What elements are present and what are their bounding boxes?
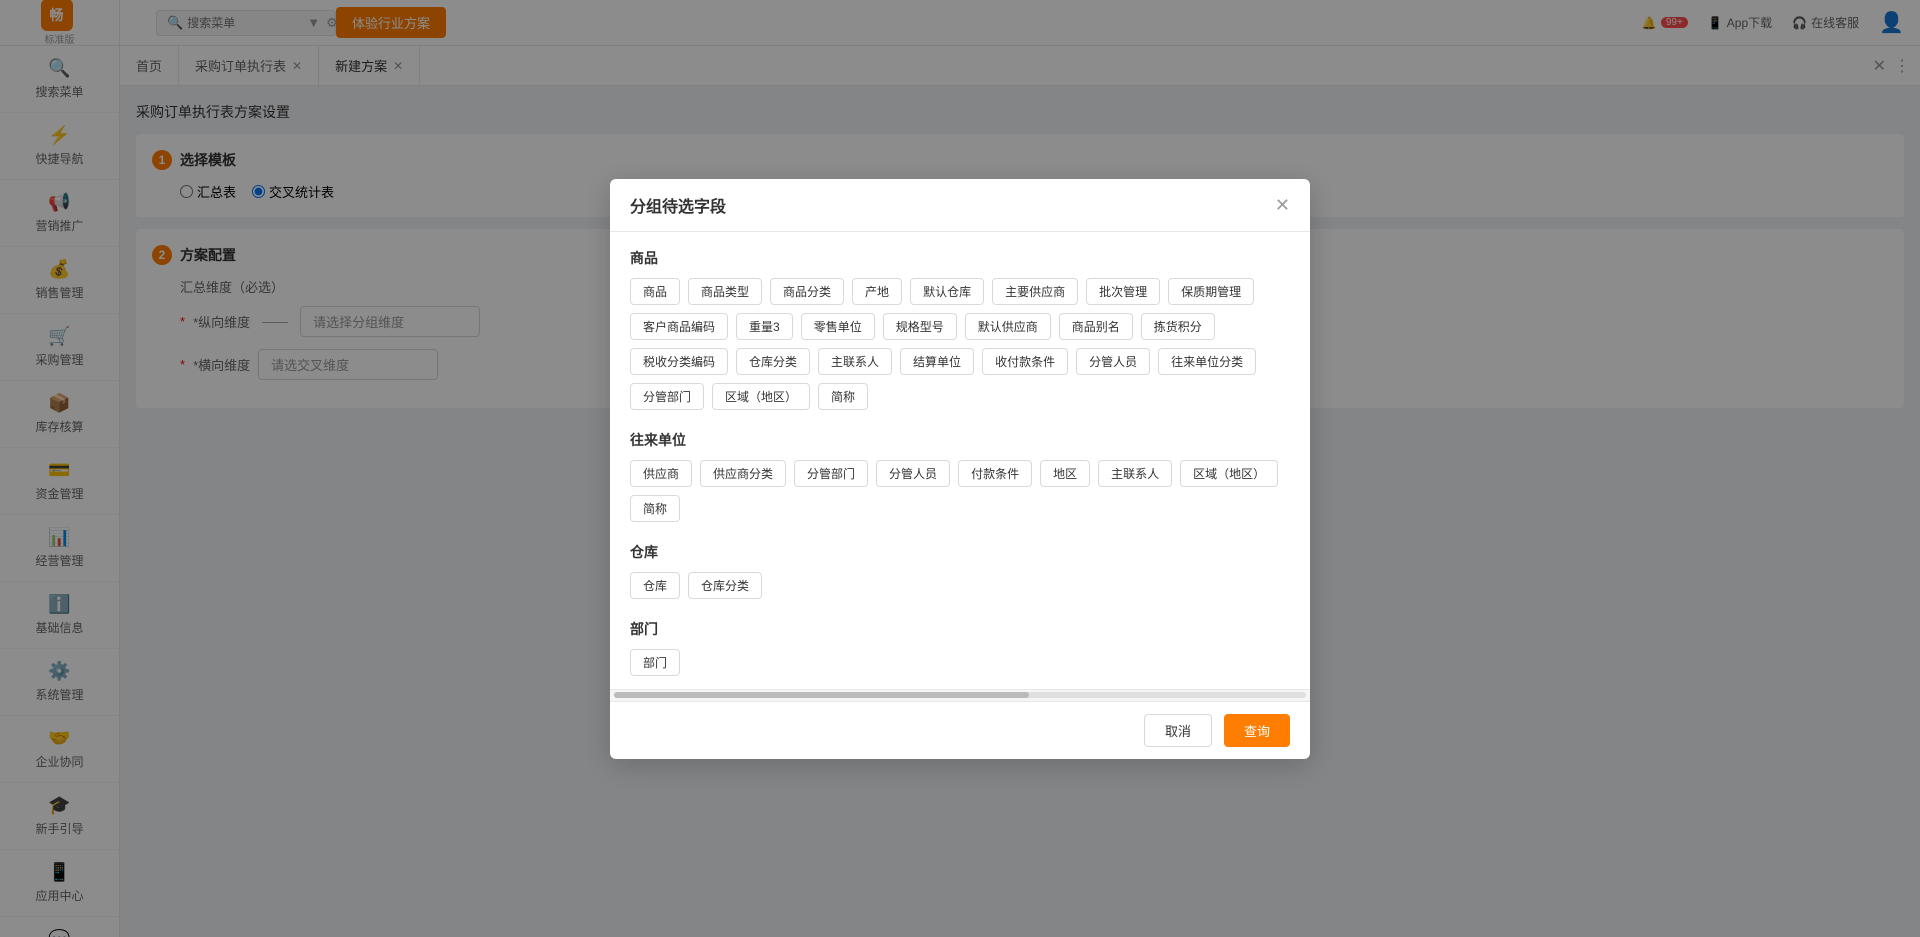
field-section-title-2: 仓库 bbox=[630, 542, 1290, 562]
field-tag-0-11[interactable]: 规格型号 bbox=[883, 313, 957, 340]
field-tag-1-5[interactable]: 地区 bbox=[1040, 460, 1090, 487]
field-tag-0-18[interactable]: 结算单位 bbox=[900, 348, 974, 375]
field-tag-0-10[interactable]: 零售单位 bbox=[801, 313, 875, 340]
field-tag-0-12[interactable]: 默认供应商 bbox=[965, 313, 1051, 340]
field-section-0: 商品商品商品类型商品分类产地默认仓库主要供应商批次管理保质期管理客户商品编码重量… bbox=[630, 248, 1290, 410]
field-tag-0-20[interactable]: 分管人员 bbox=[1076, 348, 1150, 375]
modal-horizontal-scrollbar[interactable] bbox=[610, 689, 1310, 701]
field-section-3: 部门部门 bbox=[630, 619, 1290, 676]
modal-title: 分组待选字段 bbox=[630, 193, 726, 217]
field-tag-0-13[interactable]: 商品别名 bbox=[1059, 313, 1133, 340]
field-tag-0-0[interactable]: 商品 bbox=[630, 278, 680, 305]
field-tag-1-1[interactable]: 供应商分类 bbox=[700, 460, 786, 487]
field-tag-0-4[interactable]: 默认仓库 bbox=[910, 278, 984, 305]
field-tag-0-14[interactable]: 拣货积分 bbox=[1141, 313, 1215, 340]
field-tag-0-21[interactable]: 往来单位分类 bbox=[1158, 348, 1256, 375]
hscroll-track bbox=[614, 692, 1306, 698]
field-tag-0-17[interactable]: 主联系人 bbox=[818, 348, 892, 375]
modal-close-button[interactable]: ✕ bbox=[1275, 196, 1290, 214]
field-tag-0-22[interactable]: 分管部门 bbox=[630, 383, 704, 410]
field-tag-0-6[interactable]: 批次管理 bbox=[1086, 278, 1160, 305]
field-tag-2-0[interactable]: 仓库 bbox=[630, 572, 680, 599]
field-tag-0-7[interactable]: 保质期管理 bbox=[1168, 278, 1254, 305]
field-tag-0-1[interactable]: 商品类型 bbox=[688, 278, 762, 305]
field-tag-0-3[interactable]: 产地 bbox=[852, 278, 902, 305]
field-tag-0-9[interactable]: 重量3 bbox=[736, 313, 793, 340]
field-tags-3: 部门 bbox=[630, 649, 1290, 676]
hscroll-thumb bbox=[614, 692, 1029, 698]
field-tag-2-1[interactable]: 仓库分类 bbox=[688, 572, 762, 599]
field-tag-1-4[interactable]: 付款条件 bbox=[958, 460, 1032, 487]
modal-footer: 取消 查询 bbox=[610, 701, 1310, 759]
field-section-title-1: 往来单位 bbox=[630, 430, 1290, 450]
field-tag-1-2[interactable]: 分管部门 bbox=[794, 460, 868, 487]
field-tag-0-5[interactable]: 主要供应商 bbox=[992, 278, 1078, 305]
field-tag-1-6[interactable]: 主联系人 bbox=[1098, 460, 1172, 487]
field-tag-0-15[interactable]: 税收分类编码 bbox=[630, 348, 728, 375]
confirm-button[interactable]: 查询 bbox=[1224, 714, 1290, 747]
field-tag-0-16[interactable]: 仓库分类 bbox=[736, 348, 810, 375]
field-tags-1: 供应商供应商分类分管部门分管人员付款条件地区主联系人区域（地区） 简称 bbox=[630, 460, 1290, 522]
field-tag-1-3[interactable]: 分管人员 bbox=[876, 460, 950, 487]
field-tag-0-23[interactable]: 区域（地区） bbox=[712, 383, 810, 410]
field-section-title-0: 商品 bbox=[630, 248, 1290, 268]
field-tag-1-8[interactable]: 简称 bbox=[630, 495, 680, 522]
modal-body[interactable]: 商品商品商品类型商品分类产地默认仓库主要供应商批次管理保质期管理客户商品编码重量… bbox=[610, 232, 1310, 689]
field-tag-0-24[interactable]: 简称 bbox=[818, 383, 868, 410]
field-tag-1-7[interactable]: 区域（地区） bbox=[1180, 460, 1278, 487]
field-tag-0-2[interactable]: 商品分类 bbox=[770, 278, 844, 305]
field-tags-0: 商品商品类型商品分类产地默认仓库主要供应商批次管理保质期管理客户商品编码重量3 零… bbox=[630, 278, 1290, 410]
field-section-2: 仓库仓库仓库分类 bbox=[630, 542, 1290, 599]
field-selector-modal: 分组待选字段 ✕ 商品商品商品类型商品分类产地默认仓库主要供应商批次管理保质期管… bbox=[610, 179, 1310, 759]
field-section-title-3: 部门 bbox=[630, 619, 1290, 639]
field-section-1: 往来单位供应商供应商分类分管部门分管人员付款条件地区主联系人区域（地区） 简称 bbox=[630, 430, 1290, 522]
field-tag-0-8[interactable]: 客户商品编码 bbox=[630, 313, 728, 340]
field-tag-0-19[interactable]: 收付款条件 bbox=[982, 348, 1068, 375]
field-tag-1-0[interactable]: 供应商 bbox=[630, 460, 692, 487]
field-tags-2: 仓库仓库分类 bbox=[630, 572, 1290, 599]
modal-overlay: 分组待选字段 ✕ 商品商品商品类型商品分类产地默认仓库主要供应商批次管理保质期管… bbox=[0, 0, 1920, 937]
cancel-button[interactable]: 取消 bbox=[1144, 714, 1212, 747]
field-tag-3-0[interactable]: 部门 bbox=[630, 649, 680, 676]
modal-header: 分组待选字段 ✕ bbox=[610, 179, 1310, 232]
